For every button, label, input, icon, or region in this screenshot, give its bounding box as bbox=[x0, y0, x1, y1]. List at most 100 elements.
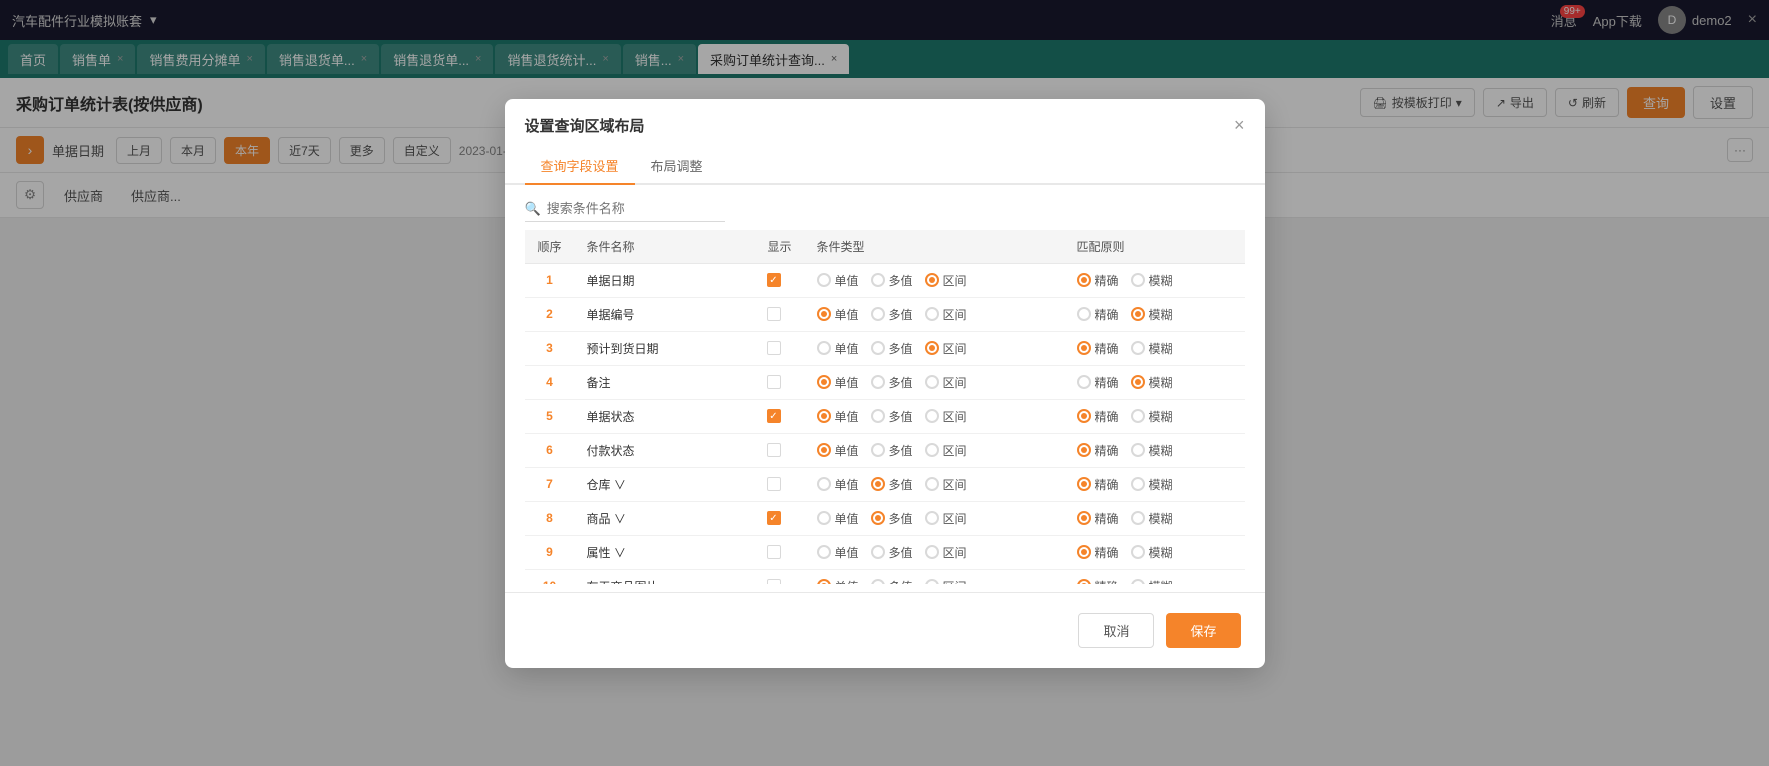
row-order: 7 bbox=[525, 467, 575, 501]
type-single[interactable]: 单值 bbox=[817, 544, 859, 561]
type-exact[interactable]: 精确 bbox=[1077, 442, 1119, 459]
display-checkbox[interactable]: ✓ bbox=[767, 511, 781, 525]
type-range[interactable]: 区间 bbox=[925, 374, 967, 391]
row-display-cell[interactable] bbox=[755, 433, 805, 467]
display-checkbox[interactable] bbox=[767, 477, 781, 491]
type-fuzzy[interactable]: 模糊 bbox=[1131, 578, 1173, 584]
row-order: 8 bbox=[525, 501, 575, 535]
type-multi[interactable]: 多值 bbox=[871, 510, 913, 527]
type-fuzzy[interactable]: 模糊 bbox=[1131, 306, 1173, 323]
row-display-cell[interactable]: ✓ bbox=[755, 501, 805, 535]
table-row: 3预计到货日期单值多值区间精确模糊 bbox=[525, 331, 1245, 365]
row-order: 2 bbox=[525, 297, 575, 331]
type-single[interactable]: 单值 bbox=[817, 442, 859, 459]
type-fuzzy[interactable]: 模糊 bbox=[1131, 374, 1173, 391]
display-checkbox[interactable] bbox=[767, 375, 781, 389]
type-multi[interactable]: 多值 bbox=[871, 544, 913, 561]
type-multi[interactable]: 多值 bbox=[871, 306, 913, 323]
type-exact[interactable]: 精确 bbox=[1077, 340, 1119, 357]
type-fuzzy[interactable]: 模糊 bbox=[1131, 544, 1173, 561]
row-display-cell[interactable] bbox=[755, 331, 805, 365]
row-name: 单据日期 bbox=[575, 264, 755, 298]
type-exact[interactable]: 精确 bbox=[1077, 374, 1119, 391]
row-type-cell: 单值 多值 区间 bbox=[805, 569, 1065, 584]
display-checkbox[interactable]: ✓ bbox=[767, 409, 781, 423]
row-type-cell: 单值多值区间 bbox=[805, 331, 1065, 365]
type-single[interactable]: 单值 bbox=[817, 408, 859, 425]
type-single[interactable]: 单值 bbox=[817, 578, 859, 584]
type-multi[interactable]: 多值 bbox=[871, 272, 913, 289]
type-single[interactable]: 单值 bbox=[817, 374, 859, 391]
type-single[interactable]: 单值 bbox=[817, 272, 859, 289]
type-single[interactable]: 单值 bbox=[817, 340, 859, 357]
modal-close-button[interactable]: × bbox=[1234, 116, 1245, 134]
row-name: 商品 ∨ bbox=[575, 501, 755, 535]
type-multi[interactable]: 多值 bbox=[871, 340, 913, 357]
display-checkbox[interactable] bbox=[767, 341, 781, 355]
type-single[interactable]: 单值 bbox=[817, 306, 859, 323]
row-type-cell: 单值多值区间 bbox=[805, 365, 1065, 399]
type-range[interactable]: 区间 bbox=[925, 578, 967, 584]
type-exact[interactable]: 精确 bbox=[1077, 578, 1119, 584]
type-range[interactable]: 区间 bbox=[925, 408, 967, 425]
type-exact[interactable]: 精确 bbox=[1077, 510, 1119, 527]
type-multi[interactable]: 多值 bbox=[871, 476, 913, 493]
type-multi[interactable]: 多值 bbox=[871, 374, 913, 391]
row-display-cell[interactable] bbox=[755, 569, 805, 584]
type-range[interactable]: 区间 bbox=[925, 510, 967, 527]
save-button[interactable]: 保存 bbox=[1166, 613, 1240, 648]
row-name: 备注 bbox=[575, 365, 755, 399]
modal-table: 顺序 条件名称 显示 条件类型 匹配原则 bbox=[505, 230, 1265, 584]
type-range[interactable]: 区间 bbox=[925, 442, 967, 459]
type-exact[interactable]: 精确 bbox=[1077, 306, 1119, 323]
row-display-cell[interactable] bbox=[755, 467, 805, 501]
type-multi[interactable]: 多值 bbox=[871, 442, 913, 459]
type-exact[interactable]: 精确 bbox=[1077, 544, 1119, 561]
type-exact[interactable]: 精确 bbox=[1077, 476, 1119, 493]
row-display-cell[interactable]: ✓ bbox=[755, 264, 805, 298]
row-order: 5 bbox=[525, 399, 575, 433]
table-row: 8商品 ∨ ✓ 单值多值区间 精确模糊 bbox=[525, 501, 1245, 535]
display-checkbox[interactable] bbox=[767, 443, 781, 457]
cancel-button[interactable]: 取消 bbox=[1078, 613, 1154, 648]
type-multi[interactable]: 多值 bbox=[871, 578, 913, 584]
table-row: 2单据编号单值多值区间精确模糊 bbox=[525, 297, 1245, 331]
row-display-cell[interactable] bbox=[755, 365, 805, 399]
type-fuzzy[interactable]: 模糊 bbox=[1131, 272, 1173, 289]
type-multi[interactable]: 多值 bbox=[871, 408, 913, 425]
type-exact[interactable]: 精确 bbox=[1077, 272, 1119, 289]
row-display-cell[interactable] bbox=[755, 297, 805, 331]
row-match-cell: 精确模糊 bbox=[1065, 264, 1245, 298]
row-name: 仓库 ∨ bbox=[575, 467, 755, 501]
type-range[interactable]: 区间 bbox=[925, 306, 967, 323]
type-fuzzy[interactable]: 模糊 bbox=[1131, 476, 1173, 493]
row-display-cell[interactable] bbox=[755, 535, 805, 569]
modal-tab-fields[interactable]: 查询字段设置 bbox=[525, 148, 635, 185]
display-checkbox[interactable] bbox=[767, 307, 781, 321]
display-checkbox[interactable]: ✓ bbox=[767, 273, 781, 287]
type-single[interactable]: 单值 bbox=[817, 510, 859, 527]
type-fuzzy[interactable]: 模糊 bbox=[1131, 408, 1173, 425]
type-exact[interactable]: 精确 bbox=[1077, 408, 1119, 425]
row-name: 属性 ∨ bbox=[575, 535, 755, 569]
settings-modal: 设置查询区域布局 × 查询字段设置 布局调整 🔍 顺序 bbox=[505, 99, 1265, 668]
type-range[interactable]: 区间 bbox=[925, 340, 967, 357]
table-row: 9属性 ∨单值多值区间精确模糊 bbox=[525, 535, 1245, 569]
row-match-cell: 精确模糊 bbox=[1065, 433, 1245, 467]
row-match-cell: 精确模糊 bbox=[1065, 535, 1245, 569]
type-fuzzy[interactable]: 模糊 bbox=[1131, 442, 1173, 459]
type-range[interactable]: 区间 bbox=[925, 544, 967, 561]
type-single[interactable]: 单值 bbox=[817, 476, 859, 493]
search-input[interactable] bbox=[547, 201, 707, 216]
type-fuzzy[interactable]: 模糊 bbox=[1131, 510, 1173, 527]
display-checkbox[interactable] bbox=[767, 545, 781, 559]
row-order: 3 bbox=[525, 331, 575, 365]
row-display-cell[interactable]: ✓ bbox=[755, 399, 805, 433]
type-range[interactable]: 区间 bbox=[925, 476, 967, 493]
modal-tab-layout[interactable]: 布局调整 bbox=[635, 148, 719, 185]
row-match-cell: 精确模糊 bbox=[1065, 331, 1245, 365]
table-scroll: 1单据日期✓单值多值区间精确模糊2单据编号单值多值区间精确模糊3预计到货日期单值… bbox=[525, 264, 1245, 584]
type-fuzzy[interactable]: 模糊 bbox=[1131, 340, 1173, 357]
display-checkbox[interactable] bbox=[767, 579, 781, 584]
type-range[interactable]: 区间 bbox=[925, 272, 967, 289]
